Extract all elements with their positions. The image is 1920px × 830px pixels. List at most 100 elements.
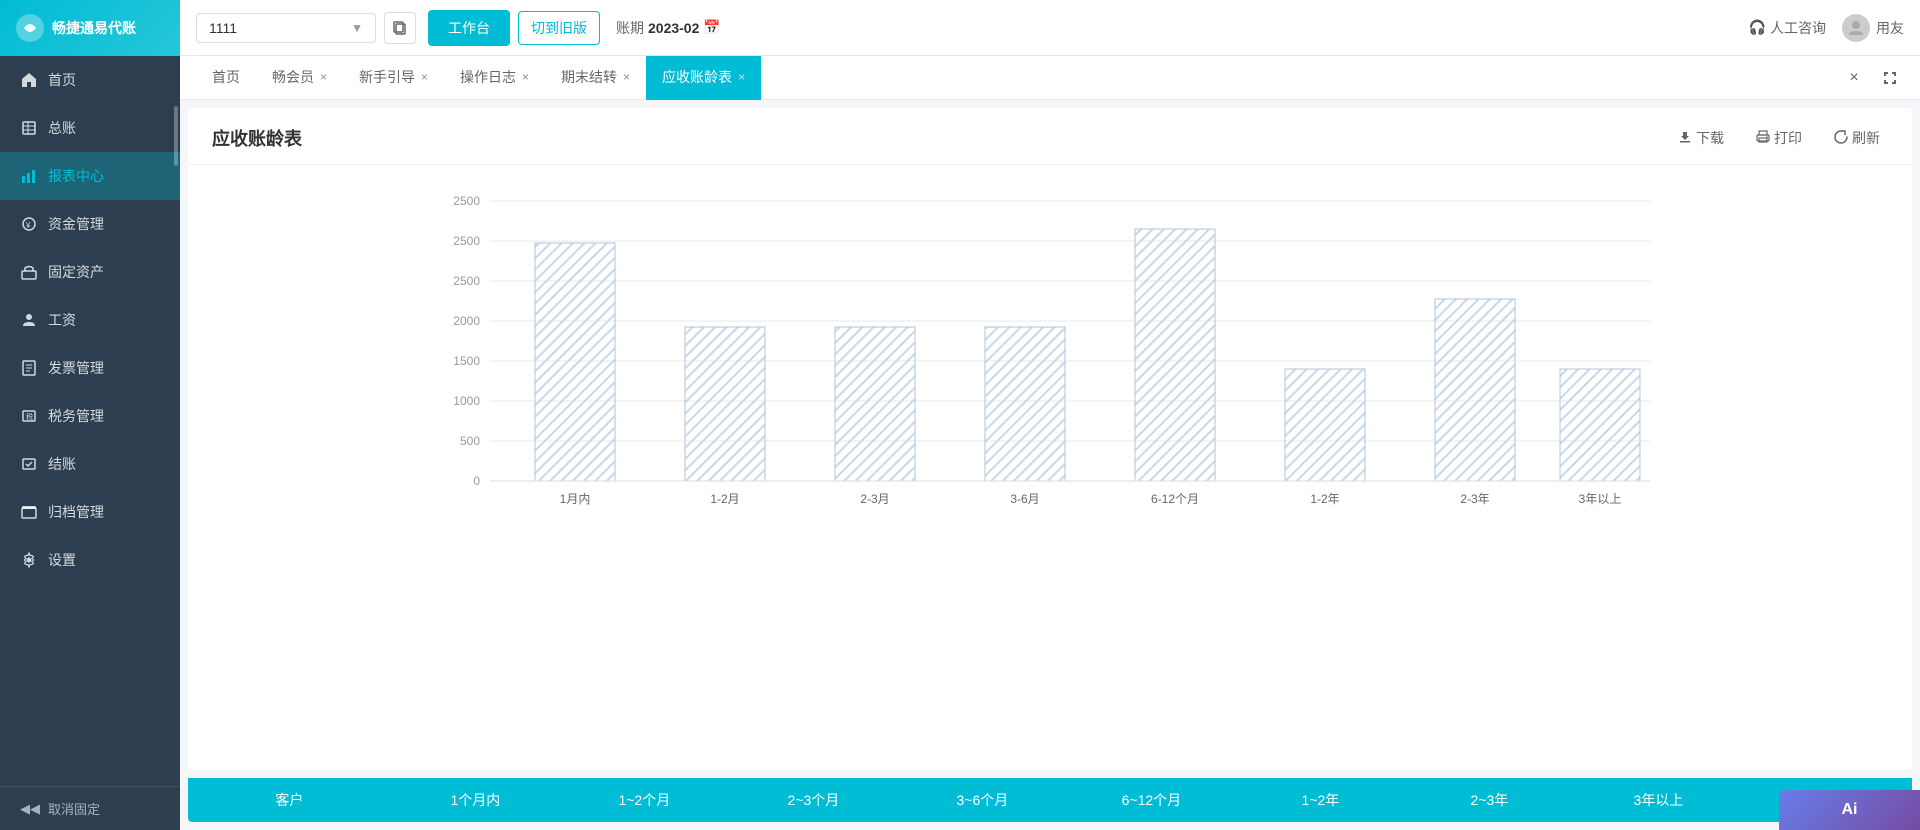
page-actions: 下载 打印: [1670, 124, 1888, 152]
svg-text:2-3年: 2-3年: [1460, 492, 1489, 506]
chevron-down-icon: ▼: [351, 21, 363, 35]
col-header-1month: 1个月内: [391, 790, 560, 810]
consult-label: 人工咨询: [1770, 18, 1826, 38]
user-area[interactable]: 用友: [1842, 14, 1904, 42]
sidebar-item-tax[interactable]: 税 税务管理: [0, 392, 180, 440]
consult-button[interactable]: 🎧 人工咨询: [1749, 18, 1826, 38]
tab-period-end[interactable]: 期末结转 ×: [545, 56, 646, 100]
sidebar-item-funds[interactable]: ¥ 资金管理: [0, 200, 180, 248]
ledger-icon: [20, 119, 38, 137]
download-icon: [1678, 130, 1692, 147]
sidebar-label-tax: 税务管理: [48, 406, 104, 426]
calendar-icon[interactable]: 📅: [703, 19, 720, 36]
refresh-button[interactable]: 刷新: [1826, 124, 1888, 152]
sidebar: 首页 总账: [0, 56, 180, 830]
bar-1-month: [535, 243, 615, 481]
tab-membership[interactable]: 畅会员 ×: [256, 56, 343, 100]
archive-icon: [20, 503, 38, 521]
sidebar-item-assets[interactable]: 固定资产: [0, 248, 180, 296]
sidebar-label-ledger: 总账: [48, 118, 76, 138]
tab-label-ar-aging: 应收账龄表: [662, 67, 732, 87]
tab-close-log[interactable]: ×: [522, 70, 529, 84]
tab-guide[interactable]: 新手引导 ×: [343, 56, 444, 100]
svg-text:¥: ¥: [25, 221, 31, 230]
sidebar-item-settings[interactable]: 设置: [0, 536, 180, 584]
bar-2-3-year: [1435, 299, 1515, 481]
header-right: 🎧 人工咨询 用友: [1749, 14, 1904, 42]
sidebar-label-reports: 报表中心: [48, 166, 104, 186]
unpin-label: 取消固定: [48, 799, 100, 818]
tab-ar-aging[interactable]: 应收账龄表 ×: [646, 56, 761, 100]
svg-text:1500: 1500: [453, 354, 480, 368]
sidebar-label-salary: 工资: [48, 310, 76, 330]
col-header-3-6month: 3~6个月: [898, 790, 1067, 810]
col-header-2-3month: 2~3个月: [729, 790, 898, 810]
svg-text:2000: 2000: [453, 314, 480, 328]
download-label: 下载: [1696, 128, 1724, 148]
sidebar-item-reports[interactable]: 报表中心: [0, 152, 180, 200]
funds-icon: ¥: [20, 215, 38, 233]
download-button[interactable]: 下载: [1670, 124, 1732, 152]
sidebar-item-archive[interactable]: 归档管理: [0, 488, 180, 536]
tab-log[interactable]: 操作日志 ×: [444, 56, 545, 100]
main-layout: 首页 总账: [0, 56, 1920, 830]
tab-close-ar-aging[interactable]: ×: [738, 70, 745, 84]
ai-label: Ai: [1842, 801, 1858, 819]
headset-icon: 🎧: [1749, 19, 1766, 36]
checkout-icon: [20, 455, 38, 473]
col-header-1-2month: 1~2个月: [560, 790, 729, 810]
svg-text:1000: 1000: [453, 394, 480, 408]
unpin-button[interactable]: ◀◀ 取消固定: [0, 786, 180, 830]
svg-text:2-3月: 2-3月: [860, 492, 889, 506]
tab-label-guide: 新手引导: [359, 67, 415, 87]
sidebar-item-home[interactable]: 首页: [0, 56, 180, 104]
refresh-label: 刷新: [1852, 128, 1880, 148]
svg-text:3年以上: 3年以上: [1579, 492, 1622, 506]
tab-label-membership: 畅会员: [272, 67, 314, 87]
reports-icon: [20, 167, 38, 185]
print-button[interactable]: 打印: [1748, 124, 1810, 152]
print-icon: [1756, 130, 1770, 147]
switch-version-button[interactable]: 切到旧版: [518, 11, 600, 45]
user-name: 用友: [1876, 18, 1904, 38]
top-header: 畅捷通易代账 1111 ▼ 工作台 切到旧版 账期 2023-02 📅 🎧 人工…: [0, 0, 1920, 56]
tab-label-log: 操作日志: [460, 67, 516, 87]
company-selector[interactable]: 1111 ▼: [196, 13, 376, 43]
tab-close-guide[interactable]: ×: [421, 70, 428, 84]
expand-button[interactable]: [1876, 64, 1904, 92]
svg-text:1-2月: 1-2月: [710, 492, 739, 506]
svg-text:2500: 2500: [453, 274, 480, 288]
svg-text:500: 500: [460, 434, 480, 448]
page-title: 应收账龄表: [212, 125, 302, 151]
close-all-tabs-button[interactable]: ×: [1840, 64, 1868, 92]
svg-text:3-6月: 3-6月: [1010, 492, 1039, 506]
bar-1-2-month: [685, 327, 765, 481]
svg-text:1-2年: 1-2年: [1310, 492, 1339, 506]
sidebar-scroll: 首页 总账: [0, 56, 180, 786]
sidebar-item-checkout[interactable]: 结账: [0, 440, 180, 488]
sidebar-item-ledger[interactable]: 总账: [0, 104, 180, 152]
content-area: 首页 畅会员 × 新手引导 × 操作日志 × 期末结转 × 应收账龄表 ×: [180, 56, 1920, 830]
aging-chart: 2500 2500 2500 2000 1500 1000 500 0: [212, 181, 1888, 521]
sidebar-item-salary[interactable]: 工资: [0, 296, 180, 344]
tab-right-actions: ×: [1840, 64, 1904, 92]
workbench-button[interactable]: 工作台: [428, 10, 510, 46]
sidebar-item-invoice[interactable]: 发票管理: [0, 344, 180, 392]
invoice-icon: [20, 359, 38, 377]
col-header-customer: 客户: [188, 790, 391, 810]
bar-2-3-month: [835, 327, 915, 481]
tab-close-period-end[interactable]: ×: [623, 70, 630, 84]
tab-label-home: 首页: [212, 67, 240, 87]
tab-close-membership[interactable]: ×: [320, 70, 327, 84]
col-header-3plus-year: 3年以上: [1574, 790, 1743, 810]
settings-icon: [20, 551, 38, 569]
copy-button[interactable]: [384, 12, 416, 44]
tab-label-period-end: 期末结转: [561, 67, 617, 87]
ai-button[interactable]: Ai: [1779, 790, 1920, 830]
print-label: 打印: [1774, 128, 1802, 148]
period-label: 账期: [616, 18, 644, 38]
refresh-icon: [1834, 130, 1848, 147]
logo-area: 畅捷通易代账: [0, 0, 180, 56]
bar-3-plus-year: [1560, 369, 1640, 481]
tab-home[interactable]: 首页: [196, 56, 256, 100]
